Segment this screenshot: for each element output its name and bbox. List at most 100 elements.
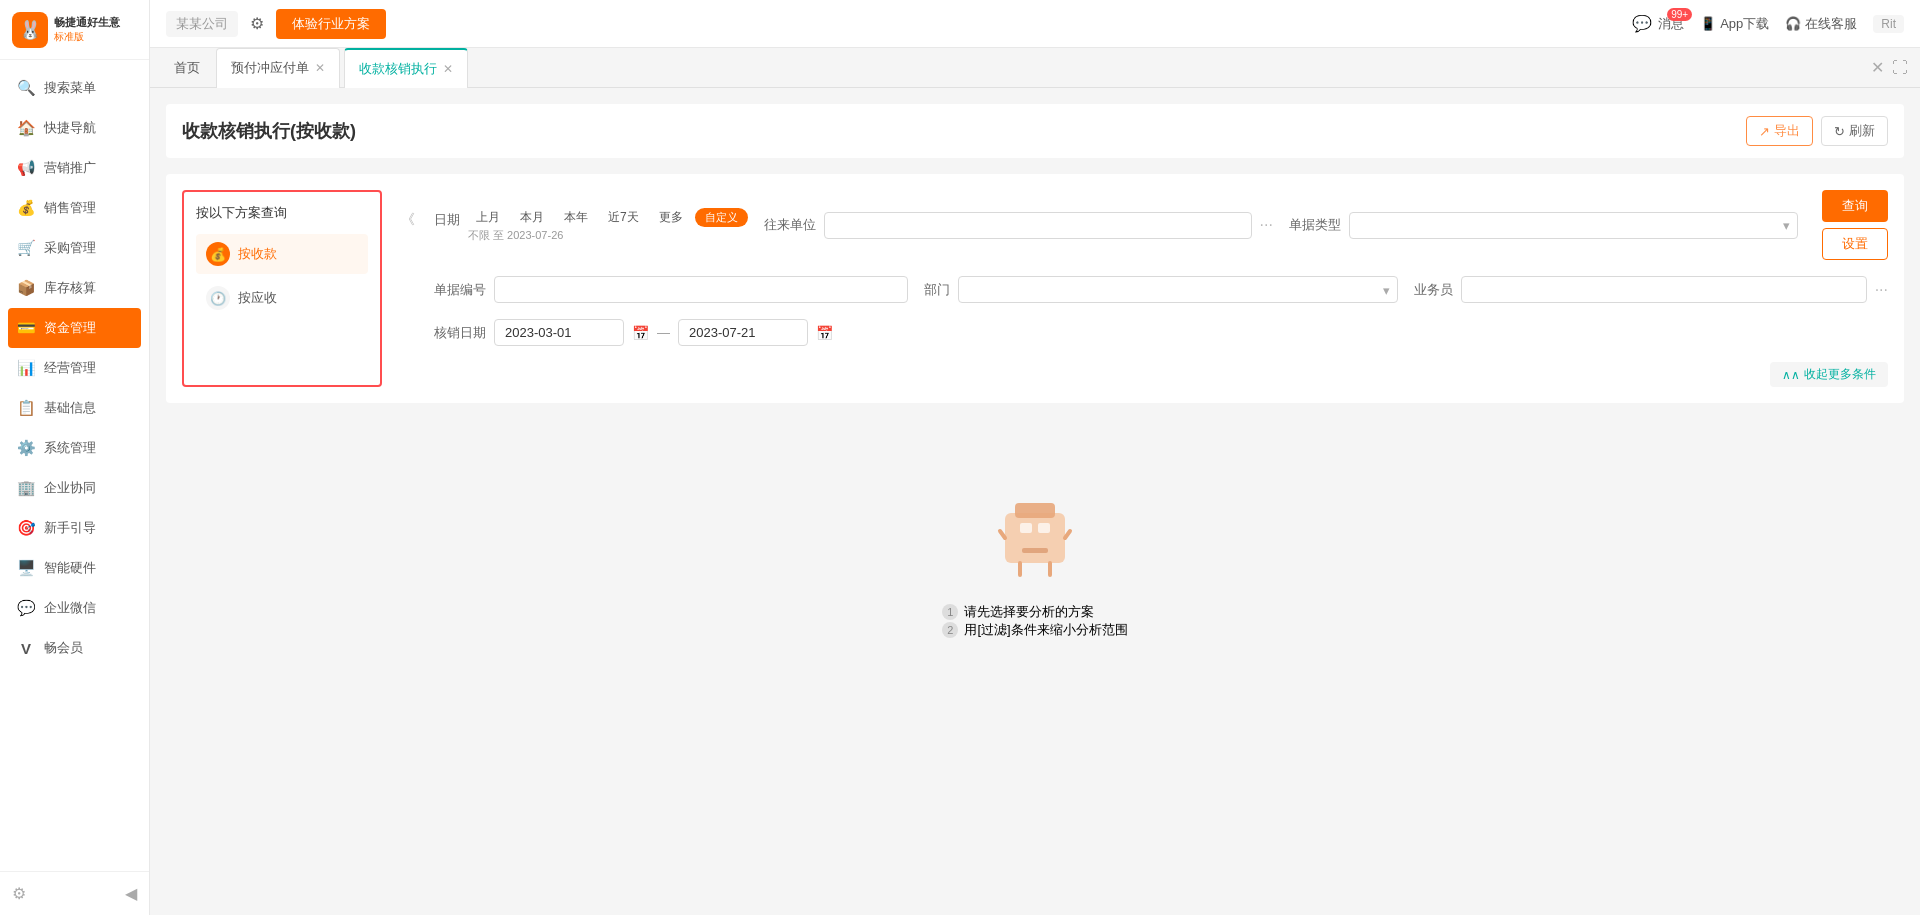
- sidebar-item-marketing[interactable]: 📢 营销推广: [0, 148, 149, 188]
- sidebar-item-enterprise[interactable]: 🏢 企业协同: [0, 468, 149, 508]
- counterparty-label: 往来单位: [764, 216, 816, 234]
- filter-collapse-btn[interactable]: 《: [398, 190, 418, 250]
- filter-row-3: 核销日期 📅 — 📅: [434, 319, 1888, 346]
- finance-icon: 💳: [16, 318, 36, 338]
- collapse-more-button[interactable]: ∧∧ 收起更多条件: [1770, 362, 1888, 387]
- close-tab-icon[interactable]: ✕: [1871, 58, 1884, 77]
- filter-option-by-receivable[interactable]: 🕐 按应收: [196, 278, 368, 318]
- settings-button[interactable]: 设置: [1822, 228, 1888, 260]
- tab-prepay-label: 预付冲应付单: [231, 59, 309, 77]
- date-sub-text: 不限 至 2023-07-26: [468, 228, 748, 243]
- sidebar-item-search[interactable]: 🔍 搜索菜单: [0, 68, 149, 108]
- page-actions: ↗ 导出 ↻ 刷新: [1746, 116, 1888, 146]
- doc-type-group: 单据类型: [1289, 212, 1798, 239]
- filter-panel: 按以下方案查询 💰 按收款 🕐 按应收 《 日期: [166, 174, 1904, 403]
- basic-info-icon: 📋: [16, 398, 36, 418]
- date-btn-this-month[interactable]: 本月: [512, 207, 552, 228]
- topbar-gear-icon[interactable]: ⚙: [250, 14, 264, 33]
- export-label: 导出: [1774, 122, 1800, 140]
- counterparty-group: 往来单位 ···: [764, 212, 1273, 239]
- sidebar-item-system[interactable]: ⚙️ 系统管理: [0, 428, 149, 468]
- refresh-button[interactable]: ↻ 刷新: [1821, 116, 1888, 146]
- sidebar-item-inventory[interactable]: 📦 库存核算: [0, 268, 149, 308]
- tab-receipt-verify-close-icon[interactable]: ✕: [443, 62, 453, 76]
- staff-more-icon[interactable]: ···: [1875, 281, 1888, 299]
- tab-receipt-verify[interactable]: 收款核销执行 ✕: [344, 48, 468, 88]
- date-btn-7days[interactable]: 近7天: [600, 207, 647, 228]
- sidebar-label-inventory: 库存核算: [44, 279, 96, 297]
- sidebar-item-finance[interactable]: 💳 资金管理: [8, 308, 141, 348]
- doc-type-select[interactable]: [1349, 212, 1798, 239]
- marketing-icon: 📢: [16, 158, 36, 178]
- by-receipt-icon: 💰: [206, 242, 230, 266]
- member-icon: V: [16, 638, 36, 658]
- sidebar-item-member[interactable]: V 畅会员: [0, 628, 149, 668]
- svg-line-6: [1065, 531, 1070, 538]
- staff-input[interactable]: [1461, 276, 1867, 303]
- doc-number-input[interactable]: [494, 276, 908, 303]
- date-btn-custom[interactable]: 自定义: [695, 208, 748, 227]
- verify-date-start-input[interactable]: [494, 319, 624, 346]
- company-name: 某某公司: [166, 11, 238, 37]
- logo-name: 畅捷通好生意: [54, 15, 120, 30]
- message-container[interactable]: 💬 99+ 消息: [1632, 14, 1684, 33]
- logo: 🐰 畅捷通好生意 标准版: [0, 0, 149, 60]
- sidebar-item-sales[interactable]: 💰 销售管理: [0, 188, 149, 228]
- date-controls: 上月 本月 本年 近7天 更多 自定义 不限 至 2023-07-26: [468, 207, 748, 243]
- purchase-icon: 🛒: [16, 238, 36, 258]
- tab-prepay[interactable]: 预付冲应付单 ✕: [216, 48, 340, 88]
- customer-service[interactable]: 🎧 在线客服: [1785, 15, 1857, 33]
- tab-home[interactable]: 首页: [158, 48, 216, 88]
- counterparty-more-icon[interactable]: ···: [1260, 216, 1273, 234]
- hardware-icon: 🖥️: [16, 558, 36, 578]
- tip-num-1: 1: [942, 604, 958, 620]
- settings-bottom-icon[interactable]: ⚙: [12, 884, 26, 903]
- date-btn-last-month[interactable]: 上月: [468, 207, 508, 228]
- sidebar-label-member: 畅会员: [44, 639, 83, 657]
- filter-option-by-receipt[interactable]: 💰 按收款: [196, 234, 368, 274]
- sidebar-item-wechat[interactable]: 💬 企业微信: [0, 588, 149, 628]
- expand-tab-icon[interactable]: ⛶: [1892, 59, 1908, 77]
- sidebar-label-sales: 销售管理: [44, 199, 96, 217]
- collapse-up-icon: ∧∧: [1782, 368, 1800, 382]
- collapse-label: 收起更多条件: [1804, 366, 1876, 383]
- sidebar-item-management[interactable]: 📊 经营管理: [0, 348, 149, 388]
- user-name: Rit: [1873, 15, 1904, 33]
- sidebar-item-quick-nav[interactable]: 🏠 快捷导航: [0, 108, 149, 148]
- sidebar-item-hardware[interactable]: 🖥️ 智能硬件: [0, 548, 149, 588]
- svg-rect-2: [1020, 523, 1032, 533]
- sidebar-item-basic-info[interactable]: 📋 基础信息: [0, 388, 149, 428]
- department-label: 部门: [924, 281, 950, 299]
- filter-scheme-box: 按以下方案查询 💰 按收款 🕐 按应收: [182, 190, 382, 387]
- date-group: 日期 上月 本月 本年 近7天 更多 自定义 不限 至 2023-07-26: [434, 207, 748, 243]
- department-select[interactable]: [958, 276, 1398, 303]
- verify-date-start-calendar-icon[interactable]: 📅: [632, 325, 649, 341]
- verify-date-end-calendar-icon[interactable]: 📅: [816, 325, 833, 341]
- tip-text-2: 用[过滤]条件来缩小分析范围: [964, 621, 1127, 639]
- export-button[interactable]: ↗ 导出: [1746, 116, 1813, 146]
- sidebar-label-hardware: 智能硬件: [44, 559, 96, 577]
- by-receipt-label: 按收款: [238, 245, 277, 263]
- counterparty-input[interactable]: [824, 212, 1252, 239]
- date-label: 日期: [434, 211, 460, 229]
- sidebar-item-purchase[interactable]: 🛒 采购管理: [0, 228, 149, 268]
- verify-date-range: 📅 — 📅: [494, 319, 833, 346]
- date-btn-this-year[interactable]: 本年: [556, 207, 596, 228]
- logo-sub: 标准版: [54, 30, 120, 44]
- export-icon: ↗: [1759, 124, 1770, 139]
- sidebar-item-guide[interactable]: 🎯 新手引导: [0, 508, 149, 548]
- sidebar-label-search: 搜索菜单: [44, 79, 96, 97]
- tab-prepay-close-icon[interactable]: ✕: [315, 61, 325, 75]
- query-button[interactable]: 查询: [1822, 190, 1888, 222]
- app-download[interactable]: 📱 App下载: [1700, 15, 1769, 33]
- industry-solution-button[interactable]: 体验行业方案: [276, 9, 386, 39]
- department-select-wrapper: [958, 276, 1398, 303]
- collapse-sidebar-icon[interactable]: ◀: [125, 884, 137, 903]
- verify-date-end-input[interactable]: [678, 319, 808, 346]
- sidebar-label-enterprise: 企业协同: [44, 479, 96, 497]
- date-btn-more[interactable]: 更多: [651, 207, 691, 228]
- by-receivable-icon: 🕐: [206, 286, 230, 310]
- svg-rect-3: [1038, 523, 1050, 533]
- refresh-icon: ↻: [1834, 124, 1845, 139]
- management-icon: 📊: [16, 358, 36, 378]
